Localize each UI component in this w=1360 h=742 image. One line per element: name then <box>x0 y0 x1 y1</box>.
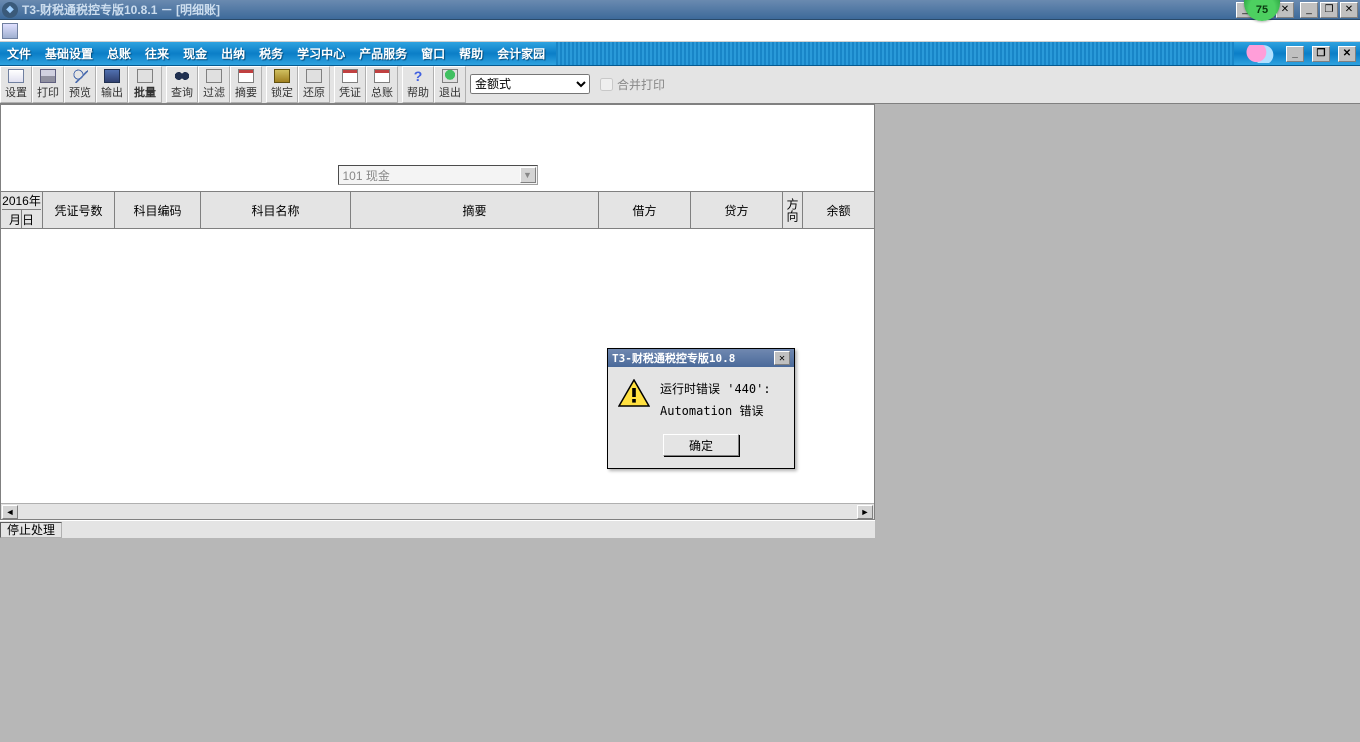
quick-toolbar <box>0 20 1360 42</box>
tbtn-query-label: 查询 <box>171 84 193 100</box>
tbtn-summary-label: 摘要 <box>235 84 257 100</box>
chart-icon[interactable] <box>2 23 18 39</box>
tbtn-preview-label: 预览 <box>69 84 91 100</box>
tbtn-batch-label: 批量 <box>134 84 156 100</box>
dialog-close-button[interactable]: ✕ <box>774 351 790 365</box>
menu-cashier[interactable]: 出纳 <box>218 43 248 64</box>
menu-learning[interactable]: 学习中心 <box>294 43 348 64</box>
status-text: 停止处理 <box>0 522 62 538</box>
status-bar: 停止处理 <box>0 520 875 538</box>
tbtn-gl[interactable]: 总账 <box>366 66 398 103</box>
col-year: 2016年 <box>2 192 41 210</box>
menu-basic-settings[interactable]: 基础设置 <box>42 43 96 64</box>
menubar-minimize-button[interactable]: _ <box>1286 46 1304 62</box>
tbtn-print[interactable]: 打印 <box>32 66 64 103</box>
mascot-icon <box>1242 45 1278 63</box>
tbtn-output[interactable]: 输出 <box>96 66 128 103</box>
chevron-down-icon[interactable]: ▼ <box>520 167 536 183</box>
dialog-message: 运行时错误 '440': Automation 错误 <box>660 379 771 422</box>
menu-window[interactable]: 窗口 <box>418 43 448 64</box>
menu-help[interactable]: 帮助 <box>456 43 486 64</box>
tbtn-help[interactable]: ?帮助 <box>402 66 434 103</box>
tbtn-gl-label: 总账 <box>371 84 393 100</box>
col-subject-code: 科目编码 <box>115 192 201 228</box>
tbtn-filter-label: 过滤 <box>203 84 225 100</box>
tbtn-preview[interactable]: 预览 <box>64 66 96 103</box>
account-selector[interactable]: 101 现金 ▼ <box>338 165 538 185</box>
tbtn-lock[interactable]: 锁定 <box>266 66 298 103</box>
ledger-header: 101 现金 ▼ <box>1 105 874 191</box>
tbtn-filter[interactable]: 过滤 <box>198 66 230 103</box>
dialog-ok-button[interactable]: 确定 <box>663 434 739 456</box>
tbtn-voucher-label: 凭证 <box>339 84 361 100</box>
table-header-row: 2016年 月 日 凭证号数 科目编码 科目名称 摘要 借方 贷方 方向 余额 <box>1 191 874 229</box>
col-debit: 借方 <box>599 192 691 228</box>
dialog-message-line2: Automation 错误 <box>660 401 771 423</box>
minimize-button[interactable]: _ <box>1300 2 1318 18</box>
scroll-left-button[interactable]: ◄ <box>2 505 18 519</box>
tbtn-voucher[interactable]: 凭证 <box>334 66 366 103</box>
menu-cash[interactable]: 现金 <box>180 43 210 64</box>
tbtn-restore-label: 还原 <box>303 84 325 100</box>
tbtn-restore[interactable]: 还原 <box>298 66 330 103</box>
menubar-filler <box>556 42 1234 65</box>
account-selector-value: 101 现金 <box>343 167 390 184</box>
merge-print-input[interactable] <box>600 78 613 91</box>
menu-tax[interactable]: 税务 <box>256 43 286 64</box>
menubar-restore-button[interactable]: ❐ <box>1312 46 1330 62</box>
window-controls: _ ❐ ✕ <box>1300 2 1358 18</box>
col-subject-name: 科目名称 <box>201 192 351 228</box>
app-icon: ◆ <box>2 2 18 18</box>
scroll-right-button[interactable]: ► <box>857 505 873 519</box>
error-dialog: T3-财税通税控专版10.8 ✕ 运行时错误 '440': Automation… <box>607 348 795 469</box>
menu-file[interactable]: 文件 <box>4 43 34 64</box>
restore-button[interactable]: ❐ <box>1320 2 1338 18</box>
col-month: 月 <box>9 210 22 228</box>
dialog-titlebar[interactable]: T3-财税通税控专版10.8 ✕ <box>608 349 794 367</box>
tbtn-summary[interactable]: 摘要 <box>230 66 262 103</box>
tbtn-batch[interactable]: 批量 <box>128 66 162 103</box>
close-button[interactable]: ✕ <box>1340 2 1358 18</box>
merge-print-label: 合并打印 <box>617 76 665 93</box>
tbtn-settings[interactable]: 设置 <box>0 66 32 103</box>
col-day: 日 <box>22 210 34 228</box>
tbtn-exit-label: 退出 <box>439 84 461 100</box>
merge-print-checkbox[interactable]: 合并打印 <box>600 66 665 103</box>
titlebar: ◆ T3-财税通税控专版10.8.1 － [明细账] _ ❐ ✕ _ ❐ ✕ <box>0 0 1360 20</box>
tbtn-output-label: 输出 <box>101 84 123 100</box>
tbtn-lock-label: 锁定 <box>271 84 293 100</box>
warning-icon <box>618 379 650 407</box>
tbtn-settings-label: 设置 <box>5 84 27 100</box>
col-credit: 贷方 <box>691 192 783 228</box>
menu-general-ledger[interactable]: 总账 <box>104 43 134 64</box>
menu-accountant-home[interactable]: 会计家园 <box>494 43 548 64</box>
hscrollbar[interactable]: ◄ ► <box>1 503 874 519</box>
menu-product-service[interactable]: 产品服务 <box>356 43 410 64</box>
tbtn-print-label: 打印 <box>37 84 59 100</box>
format-select[interactable]: 金额式 <box>470 74 590 94</box>
dialog-title: T3-财税通税控专版10.8 <box>612 350 735 366</box>
col-summary: 摘要 <box>351 192 599 228</box>
menubar: 文件 基础设置 总账 往来 现金 出纳 税务 学习中心 产品服务 窗口 帮助 会… <box>0 42 1360 66</box>
col-direction: 方向 <box>783 192 803 228</box>
window-title: T3-财税通税控专版10.8.1 － [明细账] <box>22 1 1236 18</box>
tbtn-query[interactable]: 查询 <box>166 66 198 103</box>
menu-transactions[interactable]: 往来 <box>142 43 172 64</box>
tbtn-exit[interactable]: 退出 <box>434 66 466 103</box>
dialog-message-line1: 运行时错误 '440': <box>660 379 771 401</box>
tbtn-help-label: 帮助 <box>407 84 429 100</box>
col-voucher-no: 凭证号数 <box>43 192 115 228</box>
col-balance: 余额 <box>803 192 874 228</box>
toolbar: 设置 打印 预览 输出 批量 查询 过滤 摘要 锁定 还原 凭证 总账 ?帮助 … <box>0 66 1360 104</box>
menubar-close-button[interactable]: ✕ <box>1338 46 1356 62</box>
